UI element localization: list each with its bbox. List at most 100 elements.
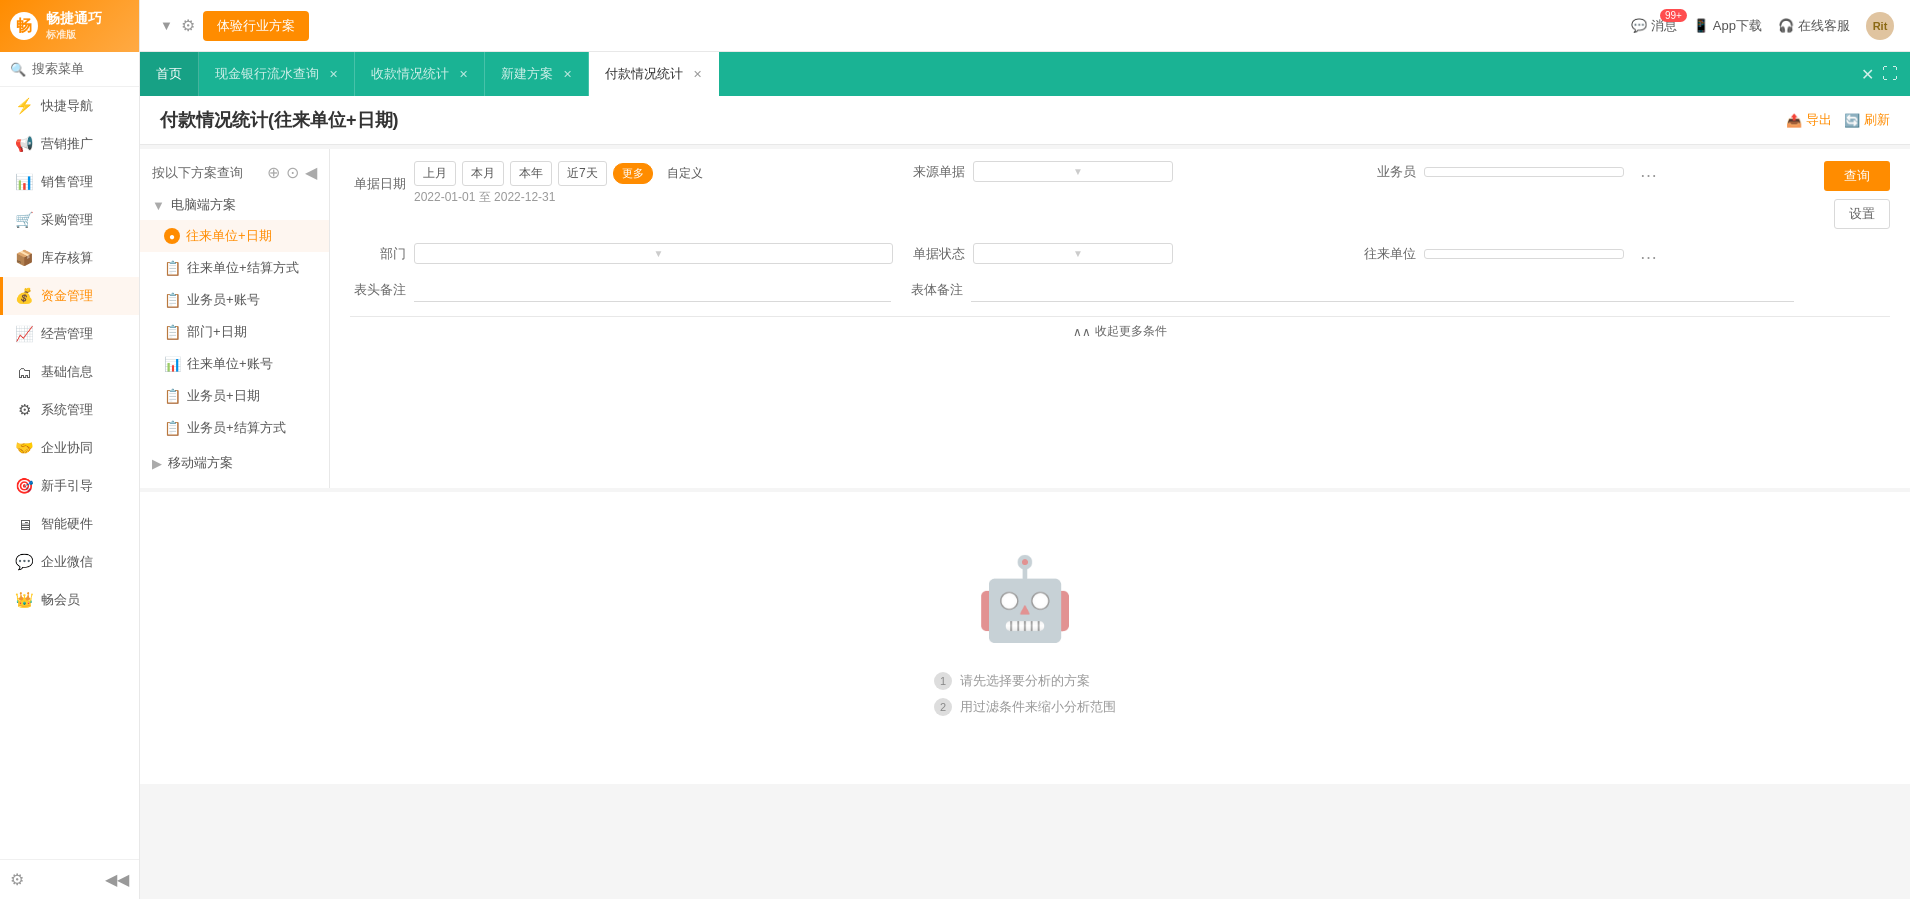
tab-close-bank-flow[interactable]: ✕	[329, 68, 338, 81]
trial-button[interactable]: 体验行业方案	[203, 11, 309, 41]
doc-status-arrow: ▼	[1073, 248, 1164, 259]
date-btn-this-year[interactable]: 本年	[510, 161, 552, 186]
purchase-icon: 🛒	[15, 211, 33, 229]
sidebar-header: 畅 畅捷通巧 标准版	[0, 0, 139, 52]
sidebar-item-operation[interactable]: 📈 经营管理	[0, 315, 139, 353]
maximize-icon[interactable]: ⛶	[1882, 65, 1898, 83]
counterpart-select[interactable]	[1424, 249, 1624, 259]
schema-settings-icon[interactable]: ⊙	[286, 163, 299, 182]
schema-label-salesperson-account: 业务员+账号	[187, 291, 260, 309]
sidebar-item-wechat[interactable]: 💬企业微信	[0, 543, 139, 581]
collapse-button[interactable]: ∧∧ 收起更多条件	[350, 316, 1890, 346]
tab-close-receivable[interactable]: ✕	[459, 68, 468, 81]
query-button[interactable]: 查询	[1824, 161, 1890, 191]
online-service-button[interactable]: 🎧 在线客服	[1778, 17, 1850, 35]
logo-text: 畅捷通巧 标准版	[46, 10, 102, 42]
sidebar-search[interactable]: 🔍 搜索菜单	[0, 52, 139, 87]
collapse-icon: ∧∧	[1073, 325, 1091, 339]
tab-home[interactable]: 首页	[140, 52, 199, 96]
export-button[interactable]: 📤 导出	[1786, 111, 1832, 129]
search-icon: 🔍	[10, 62, 26, 77]
pc-group-header[interactable]: ▼ 电脑端方案	[140, 190, 329, 220]
messages-button[interactable]: 💬 消息 99+	[1631, 17, 1677, 35]
schema-item-salesperson-settlement[interactable]: 📋业务员+结算方式	[140, 412, 329, 444]
tab-payment-stats[interactable]: 付款情况统计✕	[589, 52, 719, 96]
sidebar-item-guide[interactable]: 🎯新手引导	[0, 467, 139, 505]
filter-row-1: 单据日期 上月 本月 本年 近7天 更多 自定义 2022-01-01 至 20…	[350, 161, 1890, 229]
topbar-right: 💬 消息 99+ 📱 App下载 🎧 在线客服 Rit	[1631, 12, 1894, 40]
header-remark-input[interactable]	[414, 278, 891, 302]
doc-status-select[interactable]: ▼	[973, 243, 1173, 264]
sidebar-label-member: 畅会员	[41, 591, 80, 609]
refresh-button[interactable]: 🔄 刷新	[1844, 111, 1890, 129]
header-remark-label: 表头备注	[350, 281, 406, 299]
tab-bank-flow[interactable]: 现金银行流水查询✕	[199, 52, 355, 96]
page-header: 付款情况统计(往来单位+日期) 📤 导出 🔄 刷新	[140, 96, 1910, 145]
company-select[interactable]: ▼	[156, 18, 173, 33]
messages-badge: 99+	[1660, 9, 1687, 22]
tab-new-plan[interactable]: 新建方案 ✕	[485, 52, 589, 96]
guide-icon: 🎯	[15, 477, 33, 495]
close-all-tabs-icon[interactable]: ✕	[1861, 65, 1874, 84]
sidebar-item-enterprise[interactable]: 🤝企业协同	[0, 429, 139, 467]
sidebar-label-inventory: 库存核算	[41, 249, 93, 267]
sidebar-label-enterprise: 企业协同	[41, 439, 93, 457]
date-btn-custom[interactable]: 自定义	[659, 162, 711, 185]
tab-label-home: 首页	[156, 65, 182, 83]
sidebar-item-member[interactable]: 👑畅会员	[0, 581, 139, 619]
schema-collapse-icon[interactable]: ◀	[305, 163, 317, 182]
sidebar-item-hardware[interactable]: 🖥智能硬件	[0, 505, 139, 543]
action-column: 查询 设置	[1810, 161, 1890, 229]
tab-close-new-plan[interactable]: ✕	[563, 68, 572, 81]
date-btn-7days[interactable]: 近7天	[558, 161, 607, 186]
sidebar-item-marketing[interactable]: 📢营销推广	[0, 125, 139, 163]
sidebar-item-purchase[interactable]: 🛒 采购管理	[0, 201, 139, 239]
counterpart-more-icon[interactable]: …	[1640, 243, 1658, 264]
filter-body-remark-field: 表体备注	[907, 278, 1794, 302]
empty-icon: 🤖	[965, 552, 1085, 652]
sidebar-item-sales[interactable]: 📊销售管理	[0, 163, 139, 201]
service-icon: 🎧	[1778, 18, 1794, 33]
filter-panel: 单据日期 上月 本月 本年 近7天 更多 自定义 2022-01-01 至 20…	[330, 149, 1910, 488]
sidebar-label-operation: 经营管理	[41, 325, 93, 343]
collapse-sidebar-icon[interactable]: ◀◀	[105, 870, 129, 889]
salesperson-date-icon: 📋	[164, 388, 181, 404]
sidebar-item-quick-nav[interactable]: ⚡快捷导航	[0, 87, 139, 125]
add-schema-icon[interactable]: ⊕	[267, 163, 280, 182]
tab-label-new-plan: 新建方案	[501, 65, 553, 83]
schema-item-unit-date[interactable]: ●往来单位+日期	[140, 220, 329, 252]
sidebar: 畅 畅捷通巧 标准版 🔍 搜索菜单 ⚡快捷导航📢营销推广📊销售管理 🛒 采购管理 📦库…	[0, 0, 140, 899]
date-btn-more[interactable]: 更多	[613, 163, 653, 184]
empty-tip-1: 1 请先选择要分析的方案	[934, 672, 1116, 690]
dept-select-arrow: ▼	[654, 248, 885, 259]
schema-item-salesperson-account[interactable]: 📋业务员+账号	[140, 284, 329, 316]
schema-item-unit-settlement[interactable]: 📋往来单位+结算方式	[140, 252, 329, 284]
date-btn-last-month[interactable]: 上月	[414, 161, 456, 186]
source-select[interactable]: ▼	[973, 161, 1173, 182]
sidebar-item-inventory[interactable]: 📦库存核算	[0, 239, 139, 277]
body-remark-input[interactable]	[971, 278, 1794, 302]
avatar[interactable]: Rit	[1866, 12, 1894, 40]
sidebar-label-sales: 销售管理	[41, 173, 93, 191]
sidebar-item-basic[interactable]: 🗂基础信息	[0, 353, 139, 391]
app-icon: 📱	[1693, 18, 1709, 33]
dept-select[interactable]: ▼	[414, 243, 893, 264]
sidebar-item-finance[interactable]: 💰资金管理	[0, 277, 139, 315]
schema-item-salesperson-date[interactable]: 📋业务员+日期	[140, 380, 329, 412]
operation-icon: 📈	[15, 325, 33, 343]
filter-settings-button[interactable]: 设置	[1834, 199, 1890, 229]
mobile-group-header[interactable]: ▶ 移动端方案	[140, 448, 329, 478]
settings-gear-icon[interactable]: ⚙	[181, 16, 195, 35]
page-title: 付款情况统计(往来单位+日期)	[160, 108, 399, 132]
settings-icon[interactable]: ⚙	[10, 870, 24, 889]
salesperson-more-icon[interactable]: …	[1640, 161, 1658, 182]
tab-receivable[interactable]: 收款情况统计✕	[355, 52, 485, 96]
schema-item-unit-account[interactable]: 📊往来单位+账号	[140, 348, 329, 380]
date-btn-this-month[interactable]: 本月	[462, 161, 504, 186]
sidebar-label-purchase: 采购管理	[41, 211, 93, 229]
sidebar-item-system[interactable]: ⚙系统管理	[0, 391, 139, 429]
salesperson-select[interactable]	[1424, 167, 1624, 177]
schema-item-dept-date[interactable]: 📋部门+日期	[140, 316, 329, 348]
tab-close-payment-stats[interactable]: ✕	[693, 68, 702, 81]
app-download-button[interactable]: 📱 App下载	[1693, 17, 1762, 35]
